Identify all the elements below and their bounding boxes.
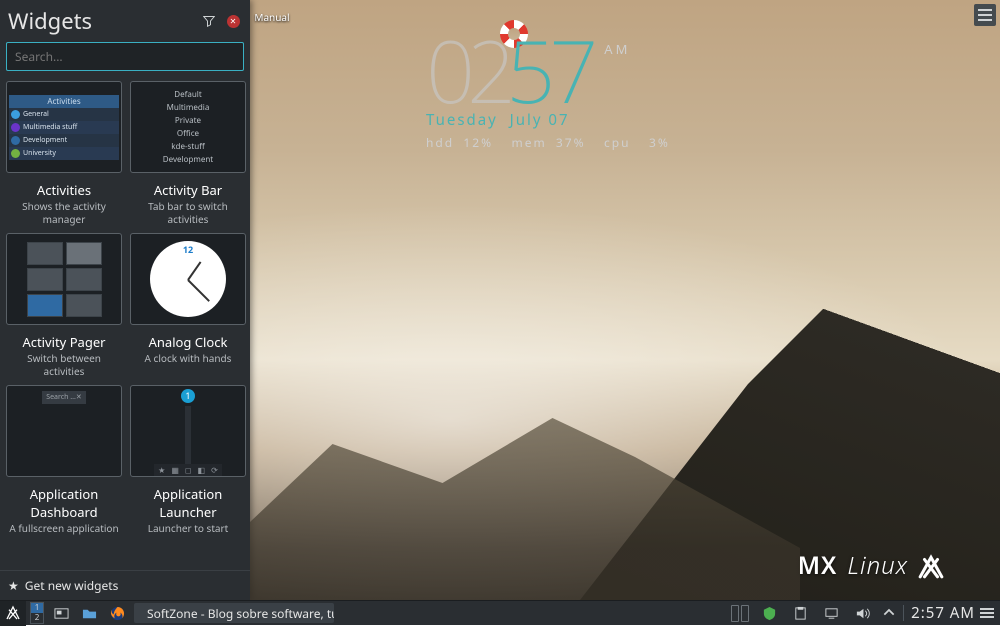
filter-icon[interactable] [200,12,218,30]
desktop-icon-manual[interactable]: Manual [244,10,300,24]
desktop-wallpaper[interactable]: Manual 02 57 AM Tuesday July 07 hdd 12% … [0,0,1000,600]
tray-battery-icon[interactable] [731,605,749,622]
get-new-widgets-button[interactable]: Get new widgets [0,570,250,600]
window-title: SoftZone - Blog sobre software, tu... [147,605,334,622]
close-widgets-button[interactable] [224,12,242,30]
clock-minutes: 57 [506,12,592,129]
mx-linux-watermark: MX Linux [798,549,944,582]
mx-logo-icon [918,553,944,579]
desktop-icon-label: Manual [254,10,289,24]
desktop-clock-widget: 02 57 AM Tuesday July 07 hdd 12% mem 37%… [426,28,670,151]
widget-item-activity-bar[interactable]: DefaultMultimediaPrivateOfficekde-stuffD… [130,81,246,225]
virtual-desktop-pager[interactable]: 1 2 [30,602,44,624]
widget-thumbnail: Search ...✕ [6,385,122,477]
tray-clipboard-icon[interactable] [789,602,811,624]
tray-network-icon[interactable] [820,602,842,624]
taskbar: 1 2 SoftZone - Blog sobre software, tu..… [0,600,1000,625]
panel-config-button[interactable] [974,4,996,26]
clock-ampm: AM [604,40,630,58]
widget-item-application-dashboard[interactable]: Search ...✕ Application Dashboard A full… [6,385,122,535]
widgets-title: Widgets [8,6,194,36]
widget-item-activities[interactable]: ActivitiesGeneralMultimedia stuffDevelop… [6,81,122,225]
taskbar-menu-icon[interactable] [980,608,994,618]
file-manager-launcher[interactable] [78,602,100,624]
tray-update-icon[interactable] [758,602,780,624]
clock-hours: 02 [426,12,508,129]
widget-thumbnail: 1 ★▦◻◧⟳ [130,385,246,477]
widget-item-application-launcher[interactable]: 1 ★▦◻◧⟳ Application Launcher Launcher to… [130,385,246,535]
taskbar-window-button[interactable]: SoftZone - Blog sobre software, tu... [134,603,334,623]
widget-item-analog-clock[interactable]: 12 Analog Clock A clock with hands [130,233,246,377]
widget-thumbnail [6,233,122,325]
tray-expand-icon[interactable] [882,602,896,624]
taskbar-clock[interactable]: 2:57 AM [911,603,975,623]
pager-desktop-2[interactable]: 2 [31,613,43,623]
clock-stats: hdd 12% mem 37% cpu 3% [426,134,670,151]
widget-item-activity-pager[interactable]: Activity Pager Switch between activities [6,233,122,377]
show-desktop-button[interactable] [50,602,72,624]
widget-thumbnail: 12 [130,233,246,325]
firefox-launcher[interactable] [106,602,128,624]
tray-volume-icon[interactable] [851,602,873,624]
widget-thumbnail: DefaultMultimediaPrivateOfficekde-stuffD… [130,81,246,173]
widgets-search-input[interactable] [6,42,244,71]
widget-thumbnail: ActivitiesGeneralMultimedia stuffDevelop… [6,81,122,173]
widgets-grid[interactable]: ActivitiesGeneralMultimedia stuffDevelop… [0,75,250,570]
widgets-panel: Widgets ActivitiesGeneralMultimedia stuf… [0,0,250,600]
app-menu-button[interactable] [0,601,26,626]
